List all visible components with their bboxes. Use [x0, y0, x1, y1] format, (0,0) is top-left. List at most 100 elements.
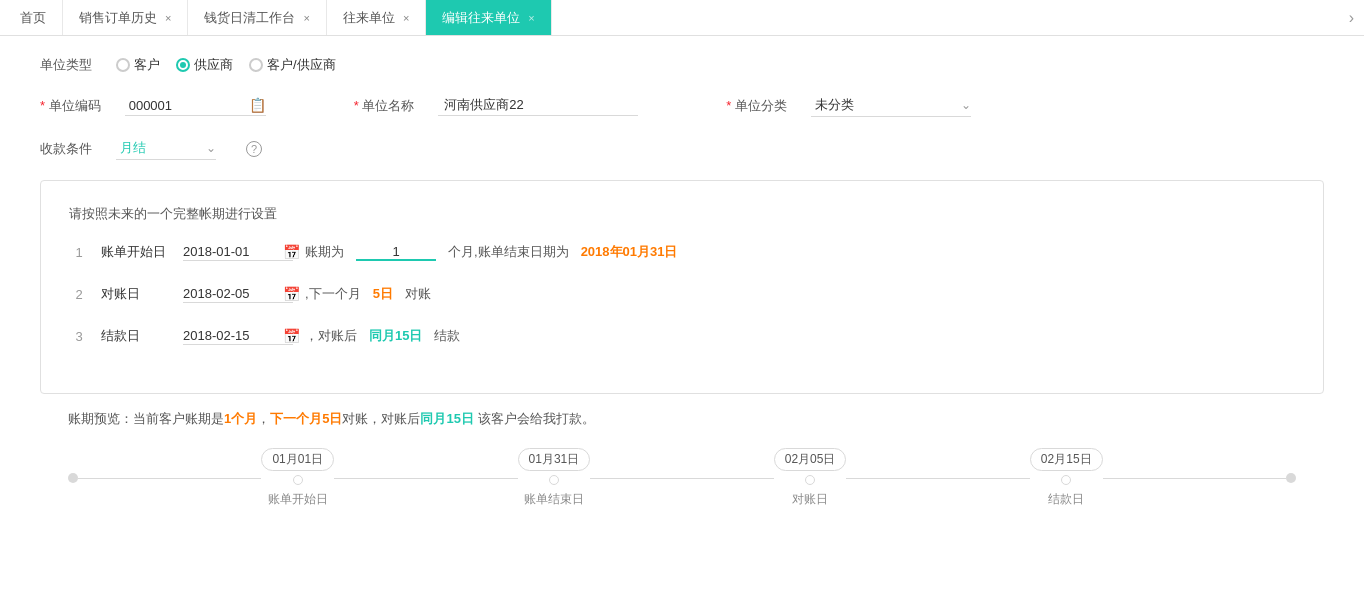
unit-name-input[interactable]: [438, 96, 638, 116]
timeline-node-0: 01月01日 账单开始日: [261, 448, 334, 508]
radio-label-customer: 客户: [134, 56, 160, 74]
unit-classify-dropdown[interactable]: 未分类 ⌄: [811, 94, 971, 117]
unit-code-field[interactable]: 📋: [125, 96, 266, 116]
start-date-input[interactable]: [183, 244, 279, 259]
timeline: 01月01日 账单开始日 01月31日 账单结束日 02月05日 对账日 0: [68, 448, 1296, 508]
timeline-label-1: 账单结束日: [524, 491, 584, 508]
timeline-dot-0: [293, 475, 303, 485]
preview-suffix: 该客户会给我打款。: [474, 411, 595, 426]
preview-part1: 1个月: [224, 411, 257, 426]
period-settings-box: 请按照未来的一个完整帐期进行设置 1 账单开始日 📅 账期为 个月,账单结束日期…: [40, 180, 1324, 394]
date-row-3: 3 结款日 📅 ，对账后同月15日结款: [69, 327, 1295, 345]
tab-edit-partner[interactable]: 编辑往来单位 ×: [426, 0, 551, 35]
timeline-badge-0: 01月01日: [261, 448, 334, 471]
payment-term-select[interactable]: 月结 ⌄: [116, 137, 216, 160]
period-end-date: 2018年01月31日: [581, 243, 678, 261]
payment-term-label: 收款条件: [40, 140, 92, 158]
reconcile-date-input[interactable]: [183, 286, 279, 301]
chevron-down-icon: ⌄: [206, 141, 216, 155]
radio-supplier[interactable]: 供应商: [176, 56, 233, 74]
section-title: 请按照未来的一个完整帐期进行设置: [69, 205, 1295, 223]
timeline-start-dot: [68, 473, 78, 483]
unit-name-label: 单位名称: [354, 97, 415, 115]
preview-middle2: 对账，对账后: [342, 411, 420, 426]
timeline-label-3: 结款日: [1048, 491, 1084, 508]
payment-date-label: 结款日: [101, 327, 171, 345]
chevron-down-icon: ⌄: [961, 98, 971, 112]
timeline-dot-3: [1061, 475, 1071, 485]
timeline-line-3: [846, 478, 1029, 479]
timeline-line-1: [334, 478, 517, 479]
row-num-1: 1: [69, 245, 89, 260]
tab-sales-history-label: 销售订单历史: [79, 9, 157, 27]
unit-info-row: 单位编码 📋 单位名称 单位分类 未分类 ⌄: [40, 94, 1324, 117]
tab-partner[interactable]: 往来单位 ×: [327, 0, 426, 35]
payment-hint-suffix: 结款: [434, 327, 460, 345]
timeline-label-0: 账单开始日: [268, 491, 328, 508]
radio-customer[interactable]: 客户: [116, 56, 160, 74]
period-value-input[interactable]: [356, 244, 436, 261]
start-date-input-wrap[interactable]: 📅: [183, 244, 293, 261]
payment-term-value: 月结: [116, 137, 202, 159]
tab-cash-work[interactable]: 钱货日清工作台 ×: [188, 0, 326, 35]
radio-circle-customer: [116, 58, 130, 72]
timeline-line-2: [590, 478, 773, 479]
preview-part3: 同月15日: [420, 411, 473, 426]
unit-type-label: 单位类型: [40, 56, 92, 74]
reconcile-hint-highlight: 5日: [373, 285, 393, 303]
preview-part2: 下一个月5日: [270, 411, 342, 426]
payment-date-input-wrap[interactable]: 📅: [183, 328, 293, 345]
tab-edit-partner-label: 编辑往来单位: [442, 9, 520, 27]
radio-label-customer-supplier: 客户/供应商: [267, 56, 336, 74]
reconcile-date-input-wrap[interactable]: 📅: [183, 286, 293, 303]
unit-code-input[interactable]: [125, 96, 245, 115]
unit-code-label: 单位编码: [40, 97, 101, 115]
period-unit-text: 个月,账单结束日期为: [448, 243, 569, 261]
timeline-line-0: [78, 478, 261, 479]
radio-label-supplier: 供应商: [194, 56, 233, 74]
unit-type-row: 单位类型 客户 供应商 客户/供应商: [40, 56, 1324, 74]
row-num-2: 2: [69, 287, 89, 302]
payment-date-input[interactable]: [183, 328, 279, 343]
close-icon[interactable]: ×: [165, 12, 171, 24]
tab-sales-history[interactable]: 销售订单历史 ×: [63, 0, 188, 35]
tab-home-label: 首页: [20, 9, 46, 27]
timeline-node-1: 01月31日 账单结束日: [518, 448, 591, 508]
date-row-1: 1 账单开始日 📅 账期为 个月,账单结束日期为 2018年01月31日: [69, 243, 1295, 261]
timeline-node-2: 02月05日 对账日: [774, 448, 847, 508]
close-icon[interactable]: ×: [528, 12, 534, 24]
preview-prefix: 账期预览：当前客户账期是: [68, 411, 224, 426]
timeline-dot-1: [549, 475, 559, 485]
radio-circle-customer-supplier: [249, 58, 263, 72]
unit-classify-label: 单位分类: [726, 97, 787, 115]
main-content: 单位类型 客户 供应商 客户/供应商 单位编码 📋 单位名称 单位分类: [0, 36, 1364, 608]
timeline-line-4: [1103, 478, 1286, 479]
calendar-icon-3[interactable]: 📅: [283, 328, 300, 344]
reconcile-date-label: 对账日: [101, 285, 171, 303]
timeline-badge-3: 02月15日: [1030, 448, 1103, 471]
period-label: 账期为: [305, 243, 344, 261]
date-row-2: 2 对账日 📅 ,下一个月5日对账: [69, 285, 1295, 303]
close-icon[interactable]: ×: [303, 12, 309, 24]
tab-cash-work-label: 钱货日清工作台: [204, 9, 295, 27]
timeline-dot-2: [805, 475, 815, 485]
calendar-icon-2[interactable]: 📅: [283, 286, 300, 302]
radio-circle-supplier: [176, 58, 190, 72]
help-icon[interactable]: ?: [246, 141, 262, 157]
timeline-badge-1: 01月31日: [518, 448, 591, 471]
tab-home[interactable]: 首页: [0, 0, 63, 35]
close-icon[interactable]: ×: [403, 12, 409, 24]
copy-icon[interactable]: 📋: [249, 97, 266, 113]
start-date-label: 账单开始日: [101, 243, 171, 261]
calendar-icon-1[interactable]: 📅: [283, 244, 300, 260]
tab-scroll-arrow[interactable]: ›: [1339, 0, 1364, 35]
preview-text: 账期预览：当前客户账期是1个月，下一个月5日对账，对账后同月15日 该客户会给我…: [68, 410, 1296, 428]
payment-term-row: 收款条件 月结 ⌄ ?: [40, 137, 1324, 160]
radio-group-unit-type: 客户 供应商 客户/供应商: [116, 56, 336, 74]
row-num-3: 3: [69, 329, 89, 344]
payment-hint-highlight: 同月15日: [369, 327, 422, 345]
timeline-left-dot: [68, 473, 78, 483]
reconcile-hint-prefix: ,下一个月: [305, 285, 361, 303]
preview-section: 账期预览：当前客户账期是1个月，下一个月5日对账，对账后同月15日 该客户会给我…: [40, 394, 1324, 524]
radio-customer-supplier[interactable]: 客户/供应商: [249, 56, 336, 74]
